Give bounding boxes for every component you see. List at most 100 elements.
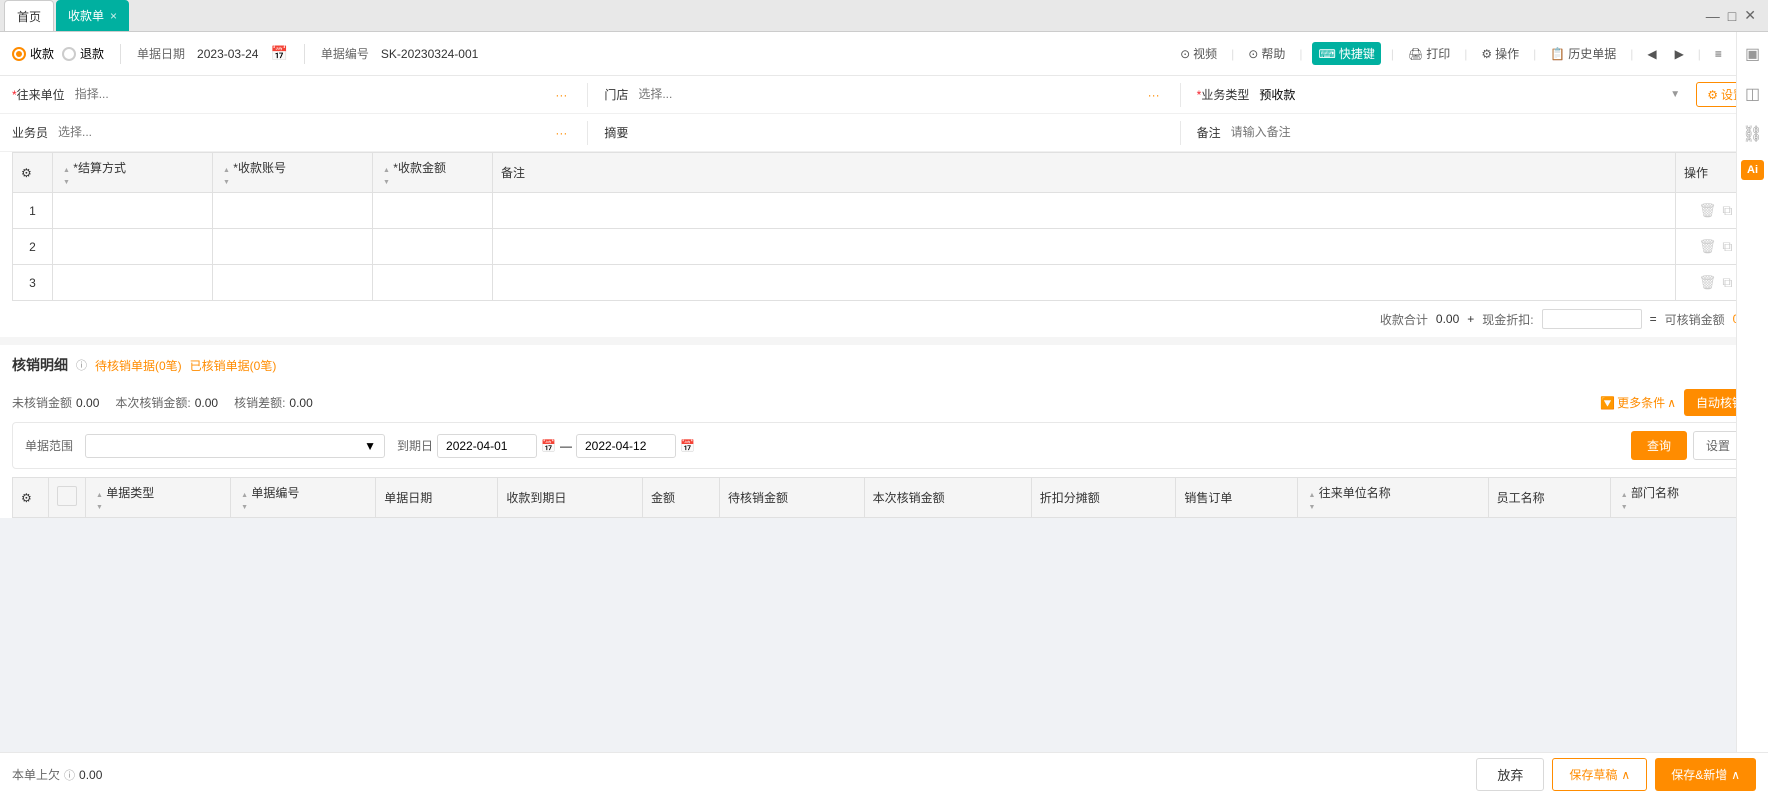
row-1-delete-icon[interactable]: 🗑 bbox=[1699, 202, 1717, 219]
summary-input[interactable] bbox=[634, 123, 1163, 142]
store-more-icon[interactable]: ··· bbox=[1144, 88, 1164, 102]
discount-input[interactable] bbox=[1542, 309, 1642, 329]
sidebar-ai-icon[interactable]: Ai bbox=[1741, 160, 1764, 180]
current-stat: 本次核销金额: 0.00 bbox=[115, 394, 218, 411]
staff-input[interactable] bbox=[54, 123, 551, 142]
row-2-delete-icon[interactable]: 🗑 bbox=[1699, 238, 1717, 255]
date-from-calendar-icon[interactable]: 📅 bbox=[541, 439, 556, 453]
pending-tab[interactable]: 待核销单据(0笔) bbox=[95, 357, 182, 374]
maximize-button[interactable]: □ bbox=[1728, 8, 1736, 24]
col-account-sort[interactable] bbox=[221, 161, 230, 175]
diff-value: 0.00 bbox=[289, 396, 312, 410]
col-account-label: *收款账号 bbox=[233, 161, 286, 175]
order-info-icon[interactable]: ⓘ bbox=[64, 767, 75, 783]
row-1-remark[interactable] bbox=[493, 193, 1676, 229]
verify-info-icon[interactable]: ⓘ bbox=[76, 357, 87, 373]
calendar-icon[interactable]: 📅 bbox=[270, 45, 287, 62]
toolbar-divider-2 bbox=[304, 44, 305, 64]
minimize-button[interactable]: — bbox=[1706, 8, 1720, 24]
settings-gear-icon: ⚙ bbox=[1707, 88, 1718, 102]
date-to-calendar-icon[interactable]: 📅 bbox=[680, 439, 695, 453]
range-select[interactable]: ▼ bbox=[85, 434, 385, 458]
row-3-account[interactable] bbox=[213, 265, 373, 301]
col-settlement-sort[interactable] bbox=[61, 161, 70, 175]
row-1-amount[interactable] bbox=[373, 193, 493, 229]
row-1-num: 1 bbox=[13, 193, 53, 229]
business-type-arrow[interactable]: ▼ bbox=[1670, 89, 1680, 100]
date-from-input[interactable] bbox=[437, 434, 537, 458]
row-2-account[interactable] bbox=[213, 229, 373, 265]
col-settings-header[interactable]: ⚙ bbox=[13, 153, 53, 193]
sidebar-table-icon[interactable]: ▣ bbox=[1741, 40, 1764, 68]
close-button[interactable]: ✕ bbox=[1744, 7, 1756, 24]
note-input[interactable] bbox=[1227, 123, 1756, 142]
refund-radio[interactable]: 退款 bbox=[62, 45, 104, 62]
receive-radio[interactable]: 收款 bbox=[12, 45, 54, 62]
right-sidebar: ▣ ◫ ⛓ Ai bbox=[1736, 32, 1768, 752]
tab-close-icon[interactable]: × bbox=[110, 9, 117, 23]
row-2-remark[interactable] bbox=[493, 229, 1676, 265]
history-btn[interactable]: 📋 历史单据 bbox=[1546, 43, 1620, 64]
date-to-input[interactable] bbox=[576, 434, 676, 458]
sep2: | bbox=[1299, 47, 1302, 61]
more-conditions-btn[interactable]: 🔽 更多条件 ∧ bbox=[1600, 394, 1676, 411]
table-row: 2 🗑 ⧉ bbox=[13, 229, 1756, 265]
select-all-checkbox[interactable] bbox=[57, 486, 77, 506]
row-2-settlement[interactable] bbox=[53, 229, 213, 265]
tab-receipt[interactable]: 收款单 × bbox=[56, 0, 129, 31]
row-3-copy-icon[interactable]: ⧉ bbox=[1722, 274, 1732, 291]
order-label: 本单上欠 bbox=[12, 766, 60, 783]
save-draft-label: 保存草稿 bbox=[1569, 766, 1617, 783]
next-btn[interactable]: ▶ bbox=[1671, 45, 1688, 63]
help-btn[interactable]: ⊙ 帮助 bbox=[1244, 43, 1289, 64]
sidebar-doc-icon[interactable]: ◫ bbox=[1741, 80, 1764, 108]
main-content: 收款 退款 单据日期 2023-03-24 📅 单据编号 SK-20230324… bbox=[0, 32, 1768, 518]
btcol-store-sort[interactable] bbox=[1619, 486, 1628, 500]
list-view-btn[interactable]: ≡ bbox=[1711, 45, 1726, 63]
bottom-settings-icon[interactable]: ⚙ bbox=[21, 491, 32, 505]
operations-btn[interactable]: ⚙ 操作 bbox=[1477, 43, 1523, 64]
row-3-remark[interactable] bbox=[493, 265, 1676, 301]
save-new-button[interactable]: 保存&新增 ∧ bbox=[1655, 758, 1756, 791]
abandon-button[interactable]: 放弃 bbox=[1476, 758, 1544, 791]
col-settlement-label: *结算方式 bbox=[73, 161, 126, 175]
row-2-amount[interactable] bbox=[373, 229, 493, 265]
partner-more-icon[interactable]: ··· bbox=[551, 88, 571, 102]
row-1-copy-icon[interactable]: ⧉ bbox=[1722, 202, 1732, 219]
btcol-checkbox-header[interactable] bbox=[49, 478, 86, 518]
col-amount-sort[interactable] bbox=[381, 161, 390, 175]
order-value: 0.00 bbox=[79, 768, 102, 782]
row-2-copy-icon[interactable]: ⧉ bbox=[1722, 238, 1732, 255]
summary-field: 摘要 bbox=[604, 123, 1163, 142]
row-1-account[interactable] bbox=[213, 193, 373, 229]
verify-header: 核销明细 ⓘ 待核销单据(0笔) 已核销单据(0笔) bbox=[12, 355, 1756, 383]
btcol-settings-header[interactable]: ⚙ bbox=[13, 478, 49, 518]
row-1-settlement[interactable] bbox=[53, 193, 213, 229]
btcol-type-sort[interactable] bbox=[94, 486, 103, 500]
form-divider-2 bbox=[1180, 83, 1181, 107]
btcol-partner-sort[interactable] bbox=[1306, 486, 1315, 500]
print-btn[interactable]: 🖨 打印 bbox=[1404, 43, 1454, 64]
btcol-partner-label: 往来单位名称 bbox=[1319, 486, 1391, 500]
video-btn[interactable]: ⊙ 视频 bbox=[1176, 43, 1221, 64]
btcol-number-sort[interactable] bbox=[239, 486, 248, 500]
done-tab[interactable]: 已核销单据(0笔) bbox=[190, 357, 277, 374]
btcol-sales-order-label: 销售订单 bbox=[1184, 491, 1232, 505]
row-3-delete-icon[interactable]: 🗑 bbox=[1699, 274, 1717, 291]
more-conditions-label: 更多条件 bbox=[1617, 394, 1665, 411]
tab-home[interactable]: 首页 bbox=[4, 0, 54, 31]
table-settings-icon[interactable]: ⚙ bbox=[21, 166, 32, 180]
shortcut-btn[interactable]: ⌨ 快捷键 bbox=[1312, 42, 1380, 65]
row-3-amount[interactable] bbox=[373, 265, 493, 301]
partner-input[interactable] bbox=[71, 85, 552, 104]
store-input[interactable] bbox=[634, 85, 1143, 104]
row-3-settlement[interactable] bbox=[53, 265, 213, 301]
btcol-pending-header: 待核销金额 bbox=[719, 478, 864, 518]
query-button[interactable]: 查询 bbox=[1631, 431, 1687, 460]
sidebar-link-icon[interactable]: ⛓ bbox=[1738, 120, 1766, 148]
note-field: 备注 bbox=[1197, 123, 1756, 142]
operations-icon: ⚙ bbox=[1481, 47, 1492, 61]
save-draft-button[interactable]: 保存草稿 ∧ bbox=[1552, 758, 1647, 791]
staff-more-icon[interactable]: ··· bbox=[551, 126, 571, 140]
prev-btn[interactable]: ◀ bbox=[1643, 45, 1660, 63]
